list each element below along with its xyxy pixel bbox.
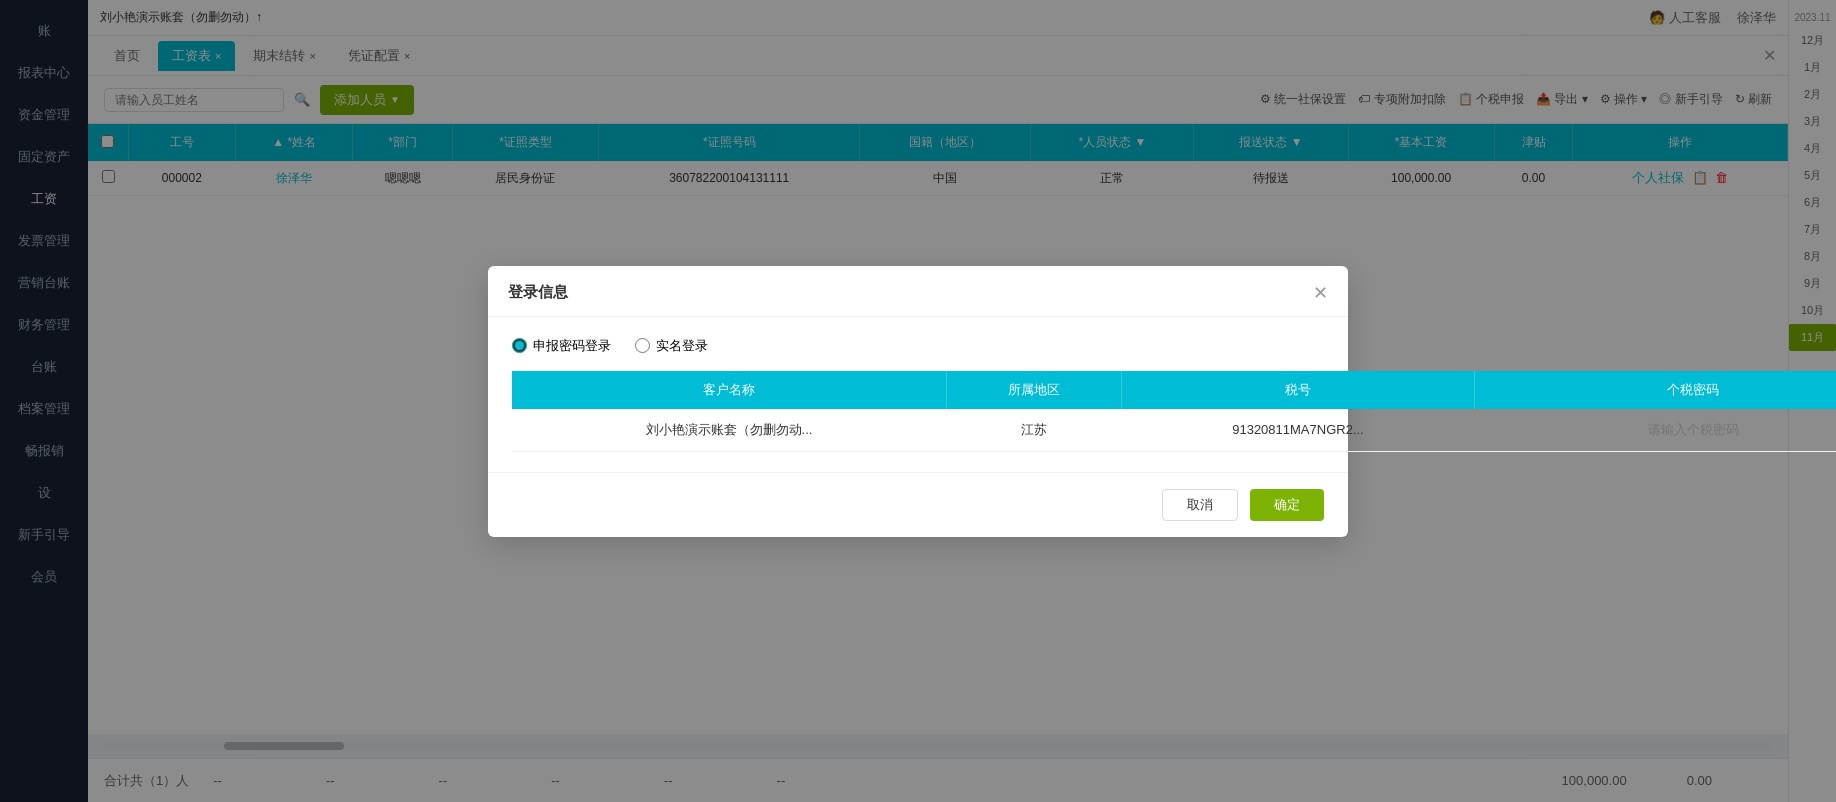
dialog-col-name: 客户名称 (512, 371, 946, 409)
dialog-col-tax-id: 税号 (1121, 371, 1475, 409)
dialog-footer: 取消 确定 (488, 472, 1348, 537)
login-info-dialog: 登录信息 ✕ 申报密码登录 实名登录 客户名称 所属地区 (488, 266, 1348, 537)
radio-password-login[interactable]: 申报密码登录 (512, 337, 611, 355)
cancel-button[interactable]: 取消 (1162, 489, 1238, 521)
dialog-table-row: 刘小艳演示账套（勿删勿动... 江苏 91320811MA7NGR2... (512, 409, 1836, 452)
confirm-button[interactable]: 确定 (1250, 489, 1324, 521)
client-password-input[interactable] (1475, 409, 1836, 452)
client-name: 刘小艳演示账套（勿删勿动... (512, 409, 946, 452)
dialog-col-password: 个税密码 (1475, 371, 1836, 409)
dialog-col-region: 所属地区 (946, 371, 1121, 409)
dialog-header: 登录信息 ✕ (488, 266, 1348, 317)
dialog-overlay: 登录信息 ✕ 申报密码登录 实名登录 客户名称 所属地区 (0, 0, 1836, 802)
dialog-title: 登录信息 (508, 283, 568, 302)
client-tax-id: 91320811MA7NGR2... (1121, 409, 1475, 452)
dialog-client-table: 客户名称 所属地区 税号 个税密码 刘小艳演示账套（勿删勿动... 江苏 913… (512, 371, 1836, 452)
client-region: 江苏 (946, 409, 1121, 452)
login-type-radio-group: 申报密码登录 实名登录 (512, 337, 1324, 355)
dialog-body: 申报密码登录 实名登录 客户名称 所属地区 税号 个税密码 (488, 317, 1348, 472)
radio-realname-login[interactable]: 实名登录 (635, 337, 708, 355)
dialog-close-button[interactable]: ✕ (1313, 282, 1328, 304)
